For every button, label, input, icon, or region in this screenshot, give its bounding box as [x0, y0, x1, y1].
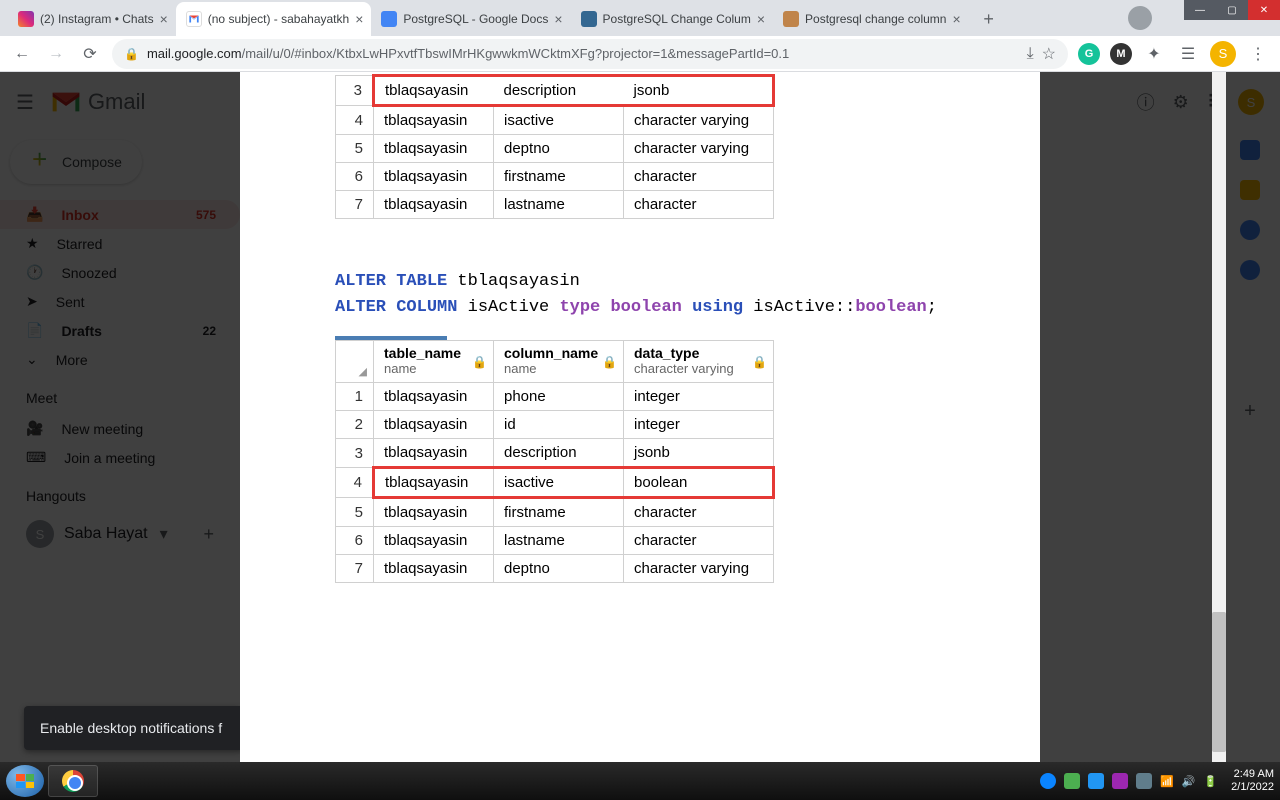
table-row: 4tblaqsayasinisactiveboolean [336, 468, 774, 498]
tab-instagram[interactable]: (2) Instagram • Chats × [8, 2, 176, 36]
tab-postgres2[interactable]: Postgresql change column × [773, 2, 969, 36]
db-table-after: ◢ table_namename🔒 column_namename🔒 data_… [335, 340, 775, 583]
table-row: 5tblaqsayasinfirstnamecharacter [336, 498, 774, 527]
clock-time: 2:49 AM [1231, 768, 1274, 781]
volume-icon[interactable]: 🔊 [1182, 775, 1196, 788]
install-icon[interactable]: ⤓ [1027, 45, 1034, 63]
tab-close-icon[interactable]: × [757, 11, 765, 27]
col-subheader: name [504, 361, 613, 376]
lock-icon: 🔒 [752, 355, 767, 369]
taskbar-chrome[interactable] [48, 765, 98, 797]
postgres-icon [581, 11, 597, 27]
tab-title: (2) Instagram • Chats [40, 12, 154, 26]
col-header: column_name [504, 345, 613, 361]
tab-title: (no subject) - sabahayatkh [208, 12, 349, 26]
table-row: 6tblaqsayasinlastnamecharacter [336, 527, 774, 555]
lock-icon: 🔒 [602, 355, 617, 369]
db-table-before: 3tblaqsayasindescriptionjsonb4tblaqsayas… [335, 74, 775, 219]
col-header: data_type [634, 345, 763, 361]
system-tray: 📶 🔊 🔋 2:49 AM 2/1/2022 [1040, 768, 1274, 794]
tray-icon[interactable] [1064, 773, 1080, 789]
tab-postgres1[interactable]: PostgreSQL Change Colum × [571, 2, 774, 36]
tray-icon[interactable] [1112, 773, 1128, 789]
table-row: 7tblaqsayasinlastnamecharacter [336, 191, 774, 219]
attachment-preview: 3tblaqsayasindescriptionjsonb4tblaqsayas… [240, 72, 1040, 762]
scrollbar-track[interactable] [1212, 72, 1226, 762]
tab-gdocs[interactable]: PostgreSQL - Google Docs × [371, 2, 570, 36]
lock-icon: 🔒 [472, 355, 487, 369]
tab-title: Postgresql change column [805, 12, 946, 26]
chrome-icon [62, 770, 84, 792]
site-icon [783, 11, 799, 27]
tray-icon[interactable] [1136, 773, 1152, 789]
url-text: mail.google.com/mail/u/0/#inbox/KtbxLwHP… [147, 46, 1027, 61]
table-row: 7tblaqsayasindeptnocharacter varying [336, 555, 774, 583]
tab-bar: (2) Instagram • Chats × (no subject) - s… [0, 0, 1280, 36]
star-icon[interactable]: ☆ [1042, 44, 1056, 64]
tray-icon[interactable] [1040, 773, 1056, 789]
tray-icon[interactable] [1088, 773, 1104, 789]
col-header: table_name [384, 345, 483, 361]
new-tab-button[interactable]: + [975, 5, 1003, 33]
address-bar[interactable]: 🔒 mail.google.com/mail/u/0/#inbox/KtbxLw… [112, 39, 1068, 69]
tab-close-icon[interactable]: × [160, 11, 168, 27]
forward-button[interactable]: → [44, 45, 68, 63]
lock-icon: 🔒 [124, 47, 139, 61]
table-row: 3tblaqsayasindescriptionjsonb [336, 76, 774, 106]
table-row: 4tblaqsayasinisactivecharacter varying [336, 106, 774, 135]
tab-title: PostgreSQL Change Colum [603, 12, 751, 26]
window-minimize[interactable]: — [1184, 0, 1216, 20]
extensions-icon[interactable]: ✦ [1142, 44, 1166, 64]
table-row: 3tblaqsayasindescriptionjsonb [336, 439, 774, 468]
window-close[interactable]: ✕ [1248, 0, 1280, 20]
sort-icon[interactable]: ◢ [359, 365, 367, 378]
col-subheader: name [384, 361, 483, 376]
gmail-icon [186, 11, 202, 27]
chrome-profile-icon[interactable] [1128, 6, 1152, 30]
system-clock[interactable]: 2:49 AM 2/1/2022 [1231, 768, 1274, 794]
table-row: 1tblaqsayasinphoneinteger [336, 383, 774, 411]
start-button[interactable] [6, 765, 44, 797]
table-row: 6tblaqsayasinfirstnamecharacter [336, 163, 774, 191]
tab-close-icon[interactable]: × [554, 11, 562, 27]
notification-toast[interactable]: Enable desktop notifications f [24, 706, 244, 750]
toolbar: ← → ⟳ 🔒 mail.google.com/mail/u/0/#inbox/… [0, 36, 1280, 72]
sql-code: ALTER TABLE tblaqsayasin ALTER COLUMN is… [335, 269, 1040, 320]
gdocs-icon [381, 11, 397, 27]
window-maximize[interactable]: ▢ [1216, 0, 1248, 20]
clock-date: 2/1/2022 [1231, 781, 1274, 794]
tab-close-icon[interactable]: × [952, 11, 960, 27]
profile-avatar[interactable]: S [1210, 41, 1236, 67]
back-button[interactable]: ← [10, 45, 34, 63]
table-row: 2tblaqsayasinidinteger [336, 411, 774, 439]
windows-icon [16, 774, 34, 788]
scrollbar-thumb[interactable] [1212, 612, 1226, 752]
network-icon[interactable]: 📶 [1160, 775, 1174, 788]
col-subheader: character varying [634, 361, 763, 376]
tab-close-icon[interactable]: × [355, 11, 363, 27]
tab-gmail[interactable]: (no subject) - sabahayatkh × [176, 2, 372, 36]
table-row: 5tblaqsayasindeptnocharacter varying [336, 135, 774, 163]
reading-list-icon[interactable]: ☰ [1176, 44, 1200, 64]
taskbar: 📶 🔊 🔋 2:49 AM 2/1/2022 [0, 762, 1280, 800]
instagram-icon [18, 11, 34, 27]
battery-icon[interactable]: 🔋 [1203, 775, 1217, 788]
extension-m-icon[interactable]: M [1110, 43, 1132, 65]
reload-button[interactable]: ⟳ [78, 44, 102, 64]
grammarly-icon[interactable]: G [1078, 43, 1100, 65]
menu-icon[interactable]: ⋮ [1246, 44, 1270, 64]
tab-title: PostgreSQL - Google Docs [403, 12, 548, 26]
